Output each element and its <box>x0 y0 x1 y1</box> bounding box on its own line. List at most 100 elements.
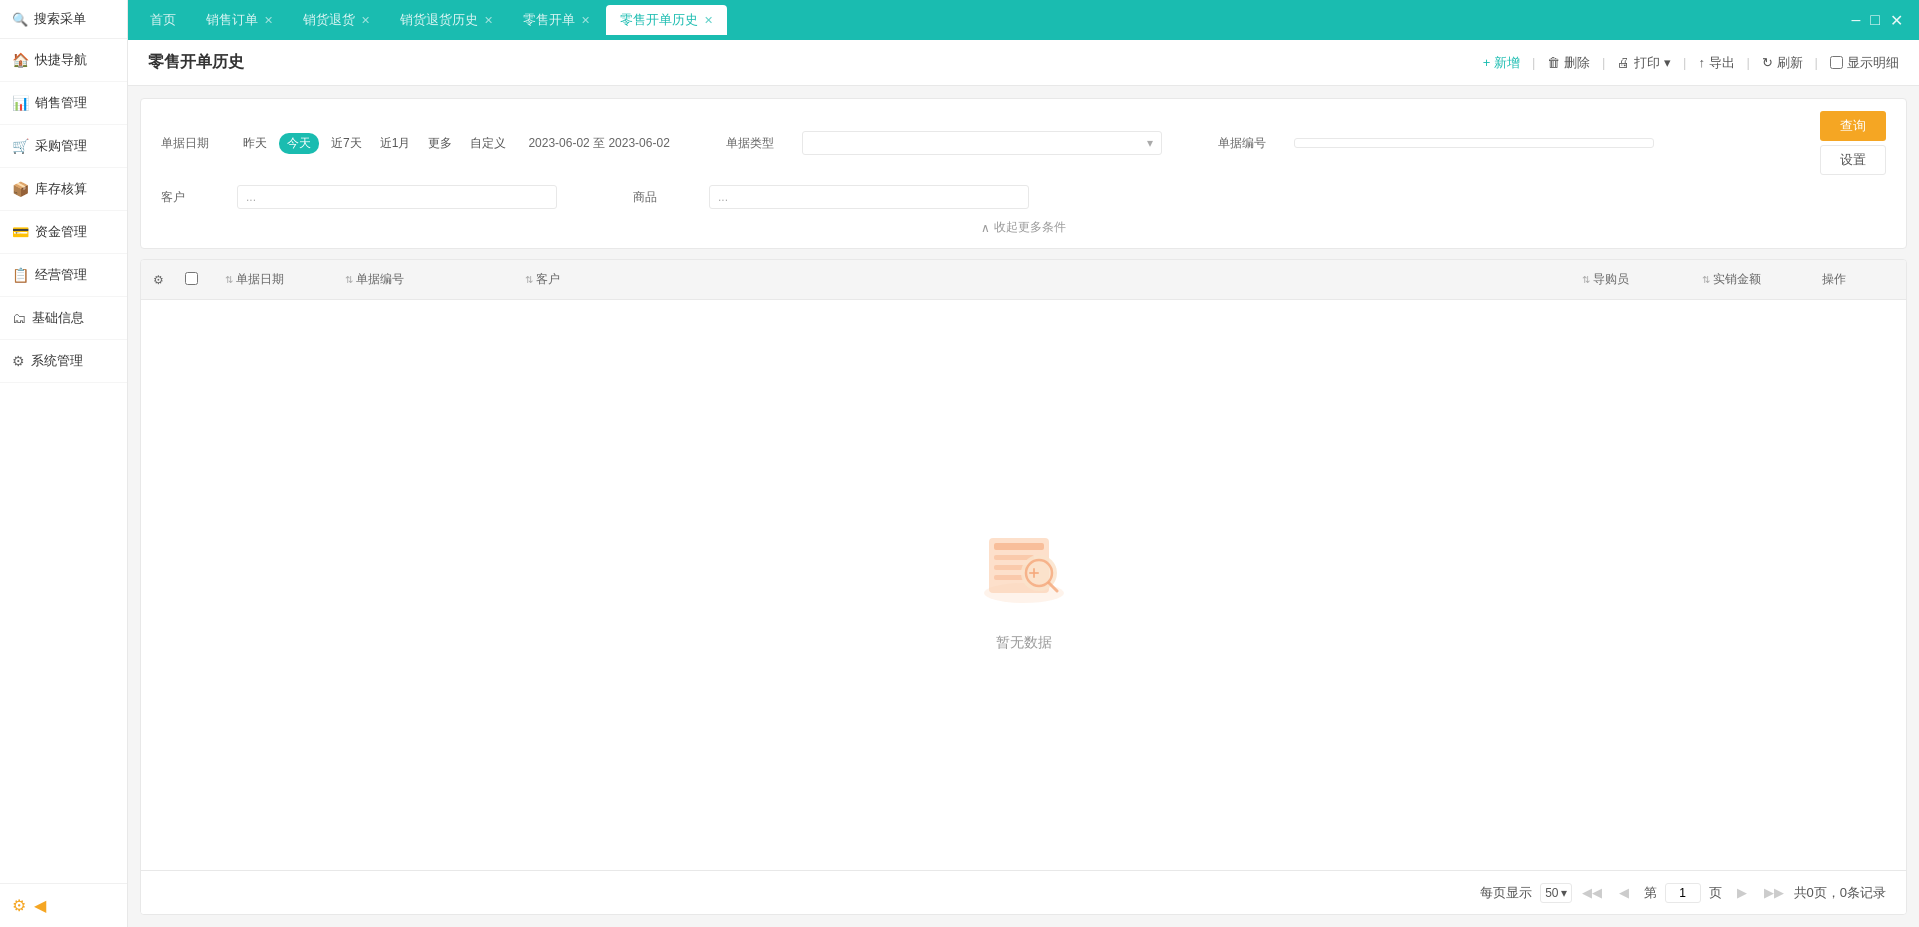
th-docno-label: 单据编号 <box>356 271 404 288</box>
select-all-checkbox[interactable] <box>185 272 198 285</box>
close-button[interactable]: ✕ <box>1890 11 1903 30</box>
date-opt-custom[interactable]: 自定义 <box>464 133 512 154</box>
doc-type-label: 单据类型 <box>726 135 786 152</box>
print-label: 🖨 打印 <box>1617 54 1660 72</box>
last-page-button[interactable]: ▶▶ <box>1762 881 1786 905</box>
th-guide[interactable]: ⇅ 导购员 <box>1574 271 1694 288</box>
sidebar-search-label: 搜索采单 <box>34 10 86 28</box>
th-amount-label: 实销金额 <box>1713 271 1761 288</box>
gear-icon: ⚙ <box>12 353 25 369</box>
export-button[interactable]: ↑ 导出 <box>1698 54 1734 72</box>
page-number-input[interactable] <box>1665 883 1701 903</box>
doc-no-input[interactable] <box>1294 138 1654 148</box>
total-label: 共0页，0条记录 <box>1794 884 1886 902</box>
tab-retail-history-close[interactable]: ✕ <box>704 14 713 27</box>
sidebar-item-ops-mgmt[interactable]: 📋 经营管理 <box>0 254 127 297</box>
prev-page-button[interactable]: ◀ <box>1612 881 1636 905</box>
sidebar-collapse-icon[interactable]: ◀ <box>34 896 46 915</box>
sidebar-item-stock-calc[interactable]: 📦 库存核算 <box>0 168 127 211</box>
sep3: | <box>1683 55 1686 70</box>
query-button[interactable]: 查询 <box>1820 111 1886 141</box>
date-opt-7days[interactable]: 近7天 <box>325 133 368 154</box>
sep4: | <box>1747 55 1750 70</box>
tab-sales-order[interactable]: 销售订单 ✕ <box>192 5 287 35</box>
th-customer[interactable]: ⇅ 客户 <box>517 271 1574 288</box>
sort-up-icon: ⇅ <box>525 274 533 285</box>
tab-sales-return-history-label: 销货退货历史 <box>400 11 478 29</box>
tabbar: 首页 销售订单 ✕ 销货退货 ✕ 销货退货历史 ✕ 零售开单 ✕ 零售开单历史 … <box>128 0 1919 40</box>
date-opt-today[interactable]: 今天 <box>279 133 319 154</box>
svg-rect-5 <box>994 575 1024 580</box>
date-options: 昨天 今天 近7天 近1月 更多 自定义 <box>237 133 512 154</box>
sort-up-icon: ⇅ <box>225 274 233 285</box>
th-action-label: 操作 <box>1822 271 1846 288</box>
doc-type-select[interactable]: ▾ <box>802 131 1162 155</box>
per-page-label: 每页显示 <box>1480 884 1532 902</box>
goods-input[interactable]: ... <box>709 185 1029 209</box>
sep5: | <box>1815 55 1818 70</box>
doc-no-label: 单据编号 <box>1218 135 1278 152</box>
tab-retail-open[interactable]: 零售开单 ✕ <box>509 5 604 35</box>
sidebar-item-basic-info[interactable]: 🗂 基础信息 <box>0 297 127 340</box>
show-detail-label[interactable]: 显示明细 <box>1830 54 1899 72</box>
first-page-button[interactable]: ◀◀ <box>1580 881 1604 905</box>
sidebar-item-sales-mgmt[interactable]: 📊 销售管理 <box>0 82 127 125</box>
settings-button[interactable]: 设置 <box>1820 145 1886 175</box>
sidebar-item-label: 采购管理 <box>35 137 87 155</box>
page-size-arrow: ▾ <box>1561 886 1567 900</box>
page-label: 第 <box>1644 884 1657 902</box>
table-settings-icon[interactable]: ⚙ <box>153 273 185 287</box>
tab-sales-order-close[interactable]: ✕ <box>264 14 273 27</box>
delete-button[interactable]: 🗑 删除 <box>1547 54 1590 72</box>
sidebar-item-label: 库存核算 <box>35 180 87 198</box>
page-title: 零售开单历史 <box>148 52 244 73</box>
th-docno[interactable]: ⇅ 单据编号 <box>337 271 517 288</box>
table-select-all[interactable] <box>185 272 217 288</box>
tab-sales-return[interactable]: 销货退货 ✕ <box>289 5 384 35</box>
tab-sales-order-label: 销售订单 <box>206 11 258 29</box>
sidebar-item-label: 快捷导航 <box>35 51 87 69</box>
svg-rect-2 <box>994 543 1044 550</box>
date-opt-yesterday[interactable]: 昨天 <box>237 133 273 154</box>
tab-sales-return-history-close[interactable]: ✕ <box>484 14 493 27</box>
sort-up-icon: ⇅ <box>1702 274 1710 285</box>
maximize-button[interactable]: □ <box>1870 11 1880 29</box>
sidebar-item-label: 系统管理 <box>31 352 83 370</box>
sidebar-item-quick-nav[interactable]: 🏠 快捷导航 <box>0 39 127 82</box>
tab-sales-return-history[interactable]: 销货退货历史 ✕ <box>386 5 507 35</box>
minimize-button[interactable]: – <box>1851 11 1860 29</box>
th-date[interactable]: ⇅ 单据日期 <box>217 271 337 288</box>
filter-row-2: 客户 ... 商品 ... <box>161 185 1886 209</box>
refresh-button[interactable]: ↻ 刷新 <box>1762 54 1803 72</box>
empty-state: 暂无数据 <box>141 300 1906 870</box>
sidebar-search[interactable]: 🔍 搜索采单 <box>0 0 127 39</box>
tab-sales-return-label: 销货退货 <box>303 11 355 29</box>
sep2: | <box>1602 55 1605 70</box>
next-page-button[interactable]: ▶ <box>1730 881 1754 905</box>
print-arrow: ▾ <box>1664 55 1671 70</box>
tab-retail-open-close[interactable]: ✕ <box>581 14 590 27</box>
money-icon: 💳 <box>12 224 29 240</box>
collapse-button[interactable]: ∧ 收起更多条件 <box>981 219 1066 236</box>
tab-retail-history[interactable]: 零售开单历史 ✕ <box>606 5 727 35</box>
sidebar-settings-icon[interactable]: ⚙ <box>12 896 26 915</box>
th-amount[interactable]: ⇅ 实销金额 <box>1694 271 1814 288</box>
sidebar-item-finance-mgmt[interactable]: 💳 资金管理 <box>0 211 127 254</box>
sidebar-item-sys-mgmt[interactable]: ⚙ 系统管理 <box>0 340 127 383</box>
customer-input[interactable]: ... <box>237 185 557 209</box>
chart-icon: 📊 <box>12 95 29 111</box>
customer-placeholder: ... <box>246 190 256 204</box>
collapse-label: 收起更多条件 <box>994 219 1066 236</box>
add-button[interactable]: + 新增 <box>1483 54 1520 72</box>
show-detail-checkbox[interactable] <box>1830 56 1843 69</box>
date-opt-more[interactable]: 更多 <box>422 133 458 154</box>
print-button[interactable]: 🖨 打印 ▾ <box>1617 54 1671 72</box>
tab-sales-return-close[interactable]: ✕ <box>361 14 370 27</box>
sort-up-icon: ⇅ <box>1582 274 1590 285</box>
page-suffix: 页 <box>1709 884 1722 902</box>
tab-home[interactable]: 首页 <box>136 5 190 35</box>
page-size-select[interactable]: 50 ▾ <box>1540 883 1571 903</box>
date-opt-1month[interactable]: 近1月 <box>374 133 417 154</box>
sidebar-item-purchase-mgmt[interactable]: 🛒 采购管理 <box>0 125 127 168</box>
sidebar: 🔍 搜索采单 🏠 快捷导航 📊 销售管理 🛒 采购管理 📦 库存核算 💳 资金管… <box>0 0 128 927</box>
